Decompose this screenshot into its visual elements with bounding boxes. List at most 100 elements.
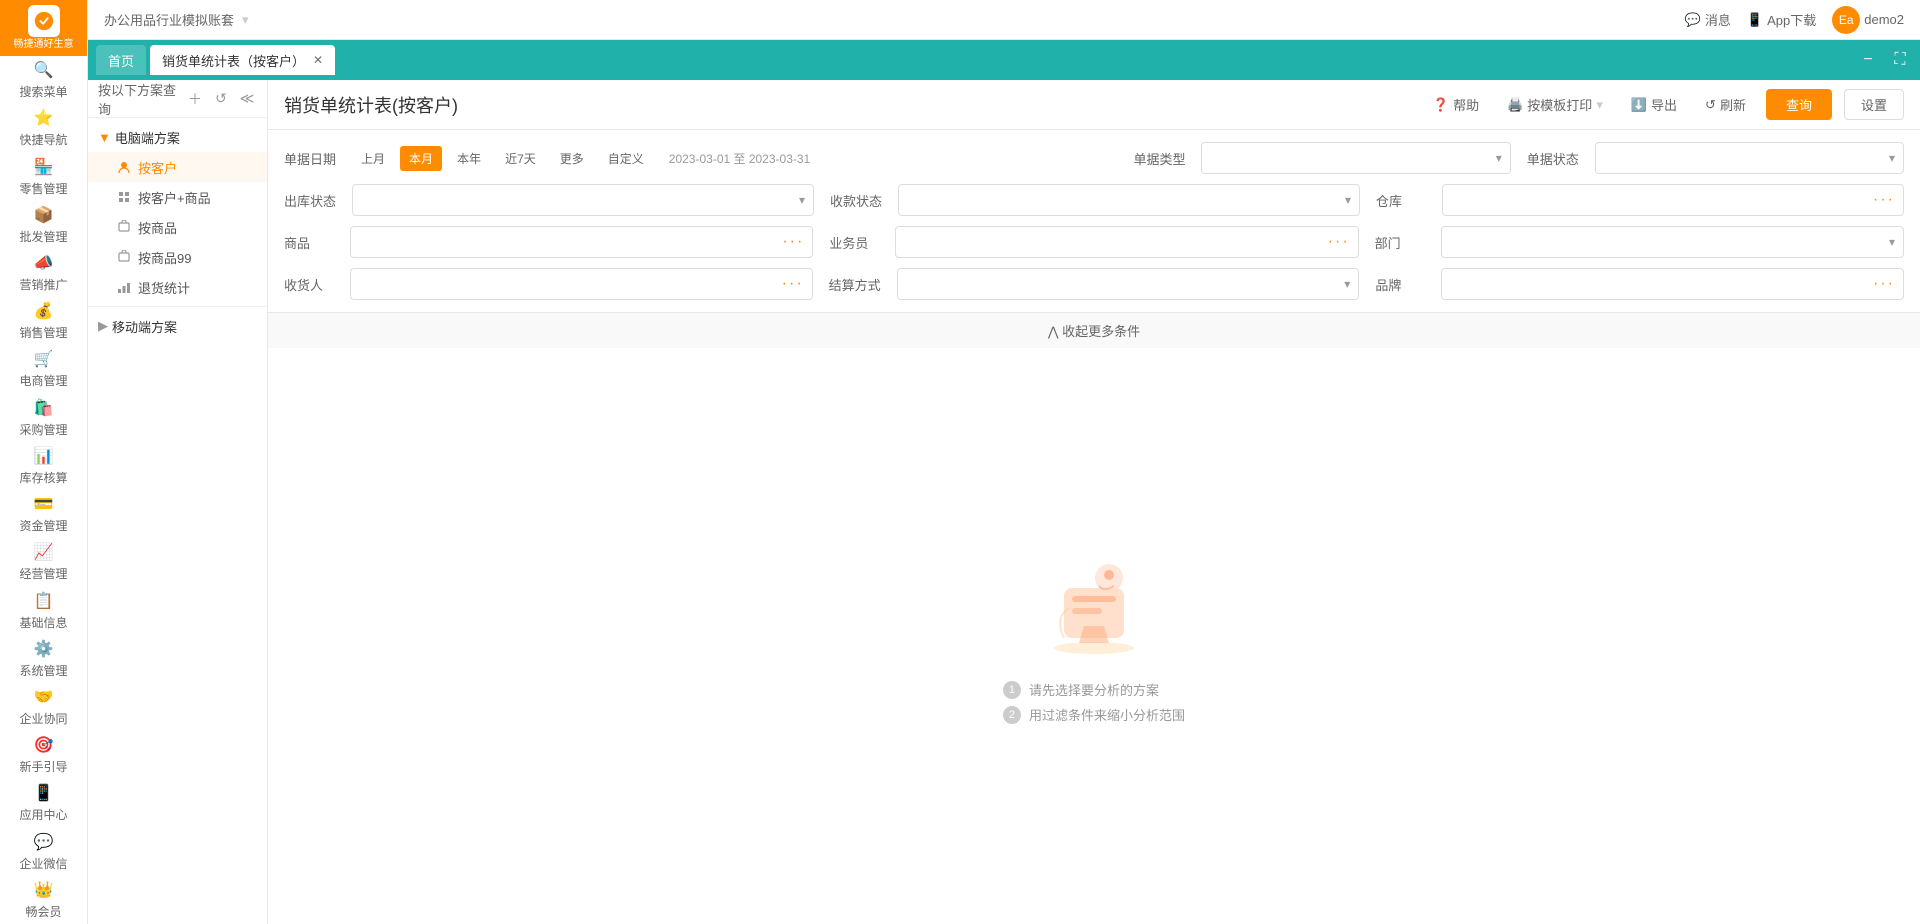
receiver-dots: ··· [782, 275, 804, 293]
refresh-label: 刷新 [1720, 95, 1746, 114]
print-icon: 🖨️ [1507, 97, 1523, 113]
warehouse-select[interactable]: ··· [1442, 184, 1904, 216]
date-tab-this-year[interactable]: 本年 [448, 146, 490, 171]
sidebar-item-label: 销售管理 [19, 324, 67, 341]
collapse-row[interactable]: ⋀ 收起更多条件 [268, 313, 1920, 348]
scheme-item-by-customer-goods[interactable]: 按客户+商品 [88, 182, 267, 212]
sidebar-item-sales[interactable]: 💰 销售管理 [0, 297, 88, 345]
query-btn[interactable]: 查询 [1766, 89, 1832, 120]
tab-close-icon[interactable]: ✕ [313, 53, 323, 67]
sidebar-item-label: 库存核算 [19, 469, 67, 486]
filter-row-1: 单据日期 上月 本月 本年 近7天 更多 自定义 2023-03-01 至 20… [284, 142, 1904, 174]
department-select[interactable]: ▾ [1441, 226, 1904, 258]
user-label: demo2 [1864, 12, 1904, 27]
help-btn[interactable]: ❓ 帮助 [1425, 91, 1487, 118]
sidebar-item-wechat[interactable]: 💬 企业微信 [0, 828, 88, 876]
salesperson-select[interactable]: ··· [895, 226, 1358, 258]
main-panel: 销货单统计表(按客户) ❓ 帮助 🖨️ 按模板打印 ▾ ⬇️ 导出 [268, 80, 1920, 924]
print-chevron: ▾ [1596, 97, 1603, 113]
sidebar-item-app-center[interactable]: 📱 应用中心 [0, 779, 88, 827]
sidebar-item-member[interactable]: 👑 畅会员 [0, 876, 88, 924]
user-profile[interactable]: Ea demo2 [1832, 6, 1904, 34]
date-label: 单据日期 [284, 149, 336, 168]
scheme-add-btn[interactable]: ＋ [185, 89, 205, 109]
sidebar: 畅捷通好生意 🔍 搜索菜单 ⭐ 快捷导航 🏪 零售管理 📦 批发管理 📣 营销推… [0, 0, 88, 924]
breadcrumb-chevron: ▾ [242, 12, 249, 28]
message-btn[interactable]: 💬 消息 [1685, 10, 1731, 29]
return-stat-icon [116, 279, 132, 295]
scheme-panel-header: 按以下方案查询 ＋ ↺ ≪ [88, 80, 267, 118]
tab-maximize-btn[interactable]: ⛶ [1888, 48, 1912, 72]
order-type-select[interactable]: ▾ [1201, 142, 1510, 174]
print-label: 按模板打印 [1527, 95, 1592, 114]
payment-status-label: 收款状态 [830, 191, 882, 210]
scheme-panel: 按以下方案查询 ＋ ↺ ≪ ▼ 电脑端方案 按客户 [88, 80, 268, 924]
sidebar-item-enterprise[interactable]: 🤝 企业协同 [0, 683, 88, 731]
mobile-group-header[interactable]: ▶ 移动端方案 [88, 311, 267, 341]
date-tab-this-month[interactable]: 本月 [400, 146, 442, 171]
scheme-item-label: 按客户 [138, 158, 177, 177]
order-type-chevron: ▾ [1496, 151, 1502, 165]
collapse-up-icon: ⋀ [1048, 324, 1062, 339]
date-tab-last-month[interactable]: 上月 [352, 146, 394, 171]
date-tab-custom[interactable]: 自定义 [599, 146, 653, 171]
order-status-select[interactable]: ▾ [1595, 142, 1904, 174]
scheme-item-by-goods[interactable]: 按商品 [88, 212, 267, 242]
sidebar-item-system[interactable]: ⚙️ 系统管理 [0, 635, 88, 683]
top-header: 办公用品行业模拟账套 ▾ 💬 消息 📱 App下载 Ea demo2 [88, 0, 1920, 40]
scheme-refresh-btn[interactable]: ↺ [211, 89, 231, 109]
empty-tips: 1 请先选择要分析的方案 2 用过滤条件来缩小分析范围 [1003, 680, 1185, 724]
scheme-item-return-stat[interactable]: 退货统计 [88, 272, 267, 302]
scheme-collapse-btn[interactable]: ≪ [237, 89, 257, 109]
sidebar-item-inventory[interactable]: 📊 库存核算 [0, 442, 88, 490]
sidebar-item-label: 新手引导 [19, 758, 67, 775]
main-area: 办公用品行业模拟账套 ▾ 💬 消息 📱 App下载 Ea demo2 首页 [88, 0, 1920, 924]
scheme-item-by-goods-99[interactable]: 按商品99 [88, 242, 267, 272]
sidebar-item-label: 企业微信 [19, 855, 67, 872]
sidebar-item-purchase[interactable]: 🛍️ 采购管理 [0, 394, 88, 442]
receiver-select[interactable]: ··· [350, 268, 813, 300]
tab-minimize-btn[interactable]: − [1856, 48, 1880, 72]
sidebar-item-finance[interactable]: 💳 资金管理 [0, 490, 88, 538]
sidebar-item-ecommerce[interactable]: 🛒 电商管理 [0, 345, 88, 393]
filter-row-3: 商品 ··· 业务员 ··· 部门 ▾ [284, 226, 1904, 258]
tab-sales-stat[interactable]: 销货单统计表（按客户） ✕ [150, 45, 335, 75]
export-btn[interactable]: ⬇️ 导出 [1623, 91, 1685, 118]
sidebar-item-marketing[interactable]: 📣 营销推广 [0, 249, 88, 297]
salesperson-label: 业务员 [829, 233, 879, 252]
header-left: 办公用品行业模拟账套 ▾ [104, 10, 249, 29]
payment-status-select[interactable]: ▾ [898, 184, 1360, 216]
search-icon: 🔍 [34, 60, 54, 80]
date-tab-last-7[interactable]: 近7天 [496, 146, 545, 171]
sidebar-item-label: 应用中心 [19, 806, 67, 823]
scheme-item-by-customer[interactable]: 按客户 [88, 152, 267, 182]
refresh-btn[interactable]: ↺ 刷新 [1697, 91, 1754, 118]
sidebar-item-label: 搜索菜单 [19, 83, 67, 100]
sidebar-item-operation[interactable]: 📈 经营管理 [0, 538, 88, 586]
header-right: 💬 消息 📱 App下载 Ea demo2 [1685, 6, 1904, 34]
app-download-btn[interactable]: 📱 App下载 [1747, 10, 1816, 29]
out-status-select[interactable]: ▾ [352, 184, 814, 216]
goods-select[interactable]: ··· [350, 226, 813, 258]
desktop-group-header[interactable]: ▼ 电脑端方案 [88, 122, 267, 152]
enterprise-icon: 🤝 [34, 687, 54, 707]
settlement-select[interactable]: ▾ [897, 268, 1360, 300]
by-goods-99-icon [116, 249, 132, 265]
print-btn[interactable]: 🖨️ 按模板打印 ▾ [1499, 91, 1611, 118]
app-center-icon: 📱 [34, 783, 54, 803]
tab-home[interactable]: 首页 [96, 45, 146, 75]
inventory-icon: 📊 [34, 446, 54, 466]
department-chevron: ▾ [1889, 235, 1895, 249]
sidebar-item-quick-nav[interactable]: ⭐ 快捷导航 [0, 104, 88, 152]
sidebar-item-wholesale[interactable]: 📦 批发管理 [0, 201, 88, 249]
by-goods-icon [116, 219, 132, 235]
brand-select[interactable]: ··· [1441, 268, 1904, 300]
settings-btn[interactable]: 设置 [1844, 89, 1904, 120]
sidebar-item-retail[interactable]: 🏪 零售管理 [0, 152, 88, 200]
sidebar-item-search[interactable]: 🔍 搜索菜单 [0, 56, 88, 104]
by-customer-goods-icon [116, 189, 132, 205]
scheme-item-label: 按商品99 [138, 248, 191, 267]
sidebar-item-basic[interactable]: 📋 基础信息 [0, 586, 88, 634]
sidebar-item-newbie[interactable]: 🎯 新手引导 [0, 731, 88, 779]
date-tab-more[interactable]: 更多 [551, 146, 593, 171]
